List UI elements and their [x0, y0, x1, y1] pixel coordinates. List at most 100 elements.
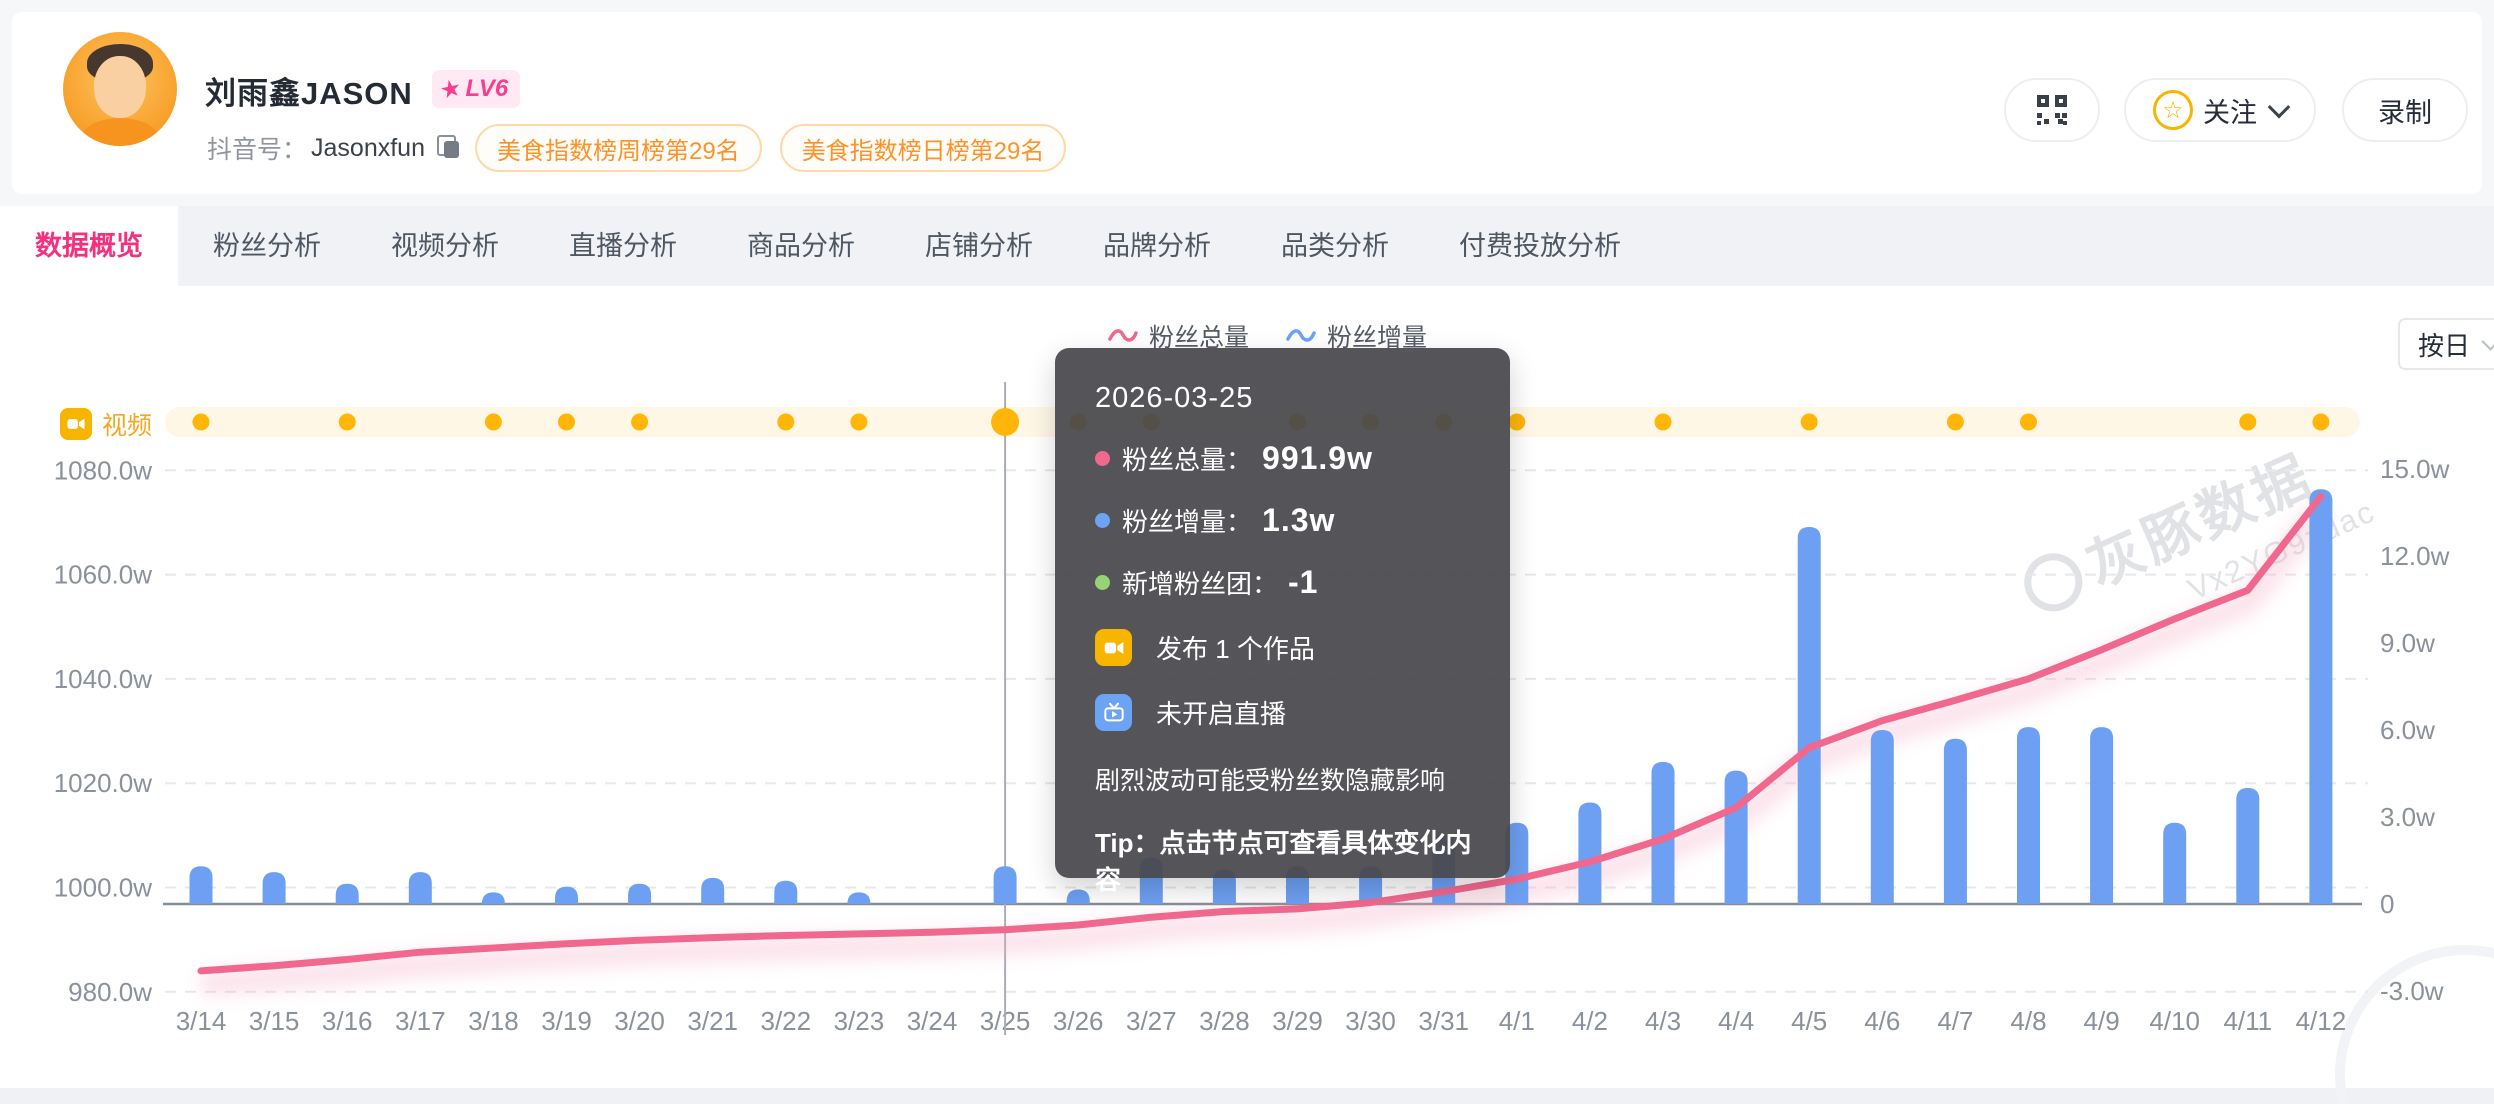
video-dot[interactable] [2312, 414, 2329, 431]
pink-wave-icon [1107, 326, 1139, 346]
right-axis-label: -3.0w [2380, 976, 2444, 1006]
tooltip-date: 2026-03-25 [1095, 382, 1490, 415]
video-row-header: 视频 [60, 406, 152, 442]
x-axis-label: 3/27 [1126, 1006, 1177, 1036]
fans-delta-bar[interactable] [994, 866, 1017, 904]
x-axis-label: 3/17 [395, 1006, 446, 1036]
video-dot[interactable] [850, 414, 867, 431]
x-axis-label: 3/24 [907, 1006, 958, 1036]
fans-delta-bar[interactable] [1578, 803, 1601, 905]
video-dot[interactable] [1508, 414, 1525, 431]
video-camera-icon [60, 408, 92, 440]
tooltip-live-note: 未开启直播 [1156, 694, 1286, 731]
right-axis-label: 0 [2380, 889, 2394, 919]
video-dot[interactable] [339, 414, 356, 431]
x-axis-label: 4/8 [2010, 1006, 2046, 1036]
right-axis-label: 12.0w [2380, 541, 2450, 571]
period-selector-value: 按日 [2418, 326, 2470, 363]
tooltip-label: 粉丝总量： [1122, 440, 1252, 477]
video-dot[interactable] [2020, 414, 2037, 431]
fans-delta-bar[interactable] [409, 872, 432, 904]
tooltip-value: 991.9w [1262, 440, 1373, 477]
pink-dot-icon [1095, 451, 1110, 466]
video-dot[interactable] [631, 414, 648, 431]
video-dot[interactable] [777, 414, 794, 431]
right-axis-label: 15.0w [2380, 454, 2450, 484]
tooltip-row-fanclub-delta: 新增粉丝团： -1 [1095, 564, 1490, 601]
video-row-label: 视频 [102, 406, 152, 442]
fans-delta-bar[interactable] [1798, 527, 1821, 904]
fans-delta-bar[interactable] [190, 866, 213, 904]
live-tv-icon [1095, 694, 1132, 731]
blue-wave-icon [1285, 326, 1317, 346]
fans-delta-bar[interactable] [701, 878, 724, 904]
x-axis-label: 4/4 [1718, 1006, 1754, 1036]
chart-tooltip: 2026-03-25 粉丝总量： 991.9w 粉丝增量： 1.3w 新增粉丝团… [1055, 348, 1510, 878]
fans-delta-bar[interactable] [2017, 727, 2040, 904]
left-axis-label: 1000.0w [54, 873, 153, 903]
blue-dot-icon [1095, 513, 1110, 528]
x-axis-label: 3/16 [322, 1006, 373, 1036]
fans-delta-bar[interactable] [1067, 890, 1090, 905]
left-axis-label: 1040.0w [54, 664, 153, 694]
x-axis-label: 4/5 [1791, 1006, 1827, 1036]
video-dot[interactable] [485, 414, 502, 431]
video-dot[interactable] [558, 414, 575, 431]
fans-delta-bar[interactable] [1725, 771, 1748, 904]
video-dot[interactable] [1801, 414, 1818, 431]
tooltip-tip: Tip：点击节点可查看具体变化内容 [1095, 823, 1490, 897]
x-axis-label: 3/14 [176, 1006, 227, 1036]
left-axis-label: 980.0w [68, 977, 152, 1007]
tooltip-tip-label: Tip： [1095, 828, 1160, 858]
x-axis-label: 3/29 [1272, 1006, 1323, 1036]
fans-delta-bar[interactable] [336, 884, 359, 904]
tooltip-live-row: 未开启直播 [1095, 694, 1490, 731]
tooltip-value: 1.3w [1262, 502, 1335, 539]
left-axis-label: 1060.0w [54, 560, 153, 590]
watermark-circle [2340, 950, 2494, 1104]
x-axis-label: 3/31 [1418, 1006, 1469, 1036]
x-axis-label: 4/9 [2084, 1006, 2120, 1036]
x-axis-label: 3/26 [1053, 1006, 1104, 1036]
tooltip-label: 粉丝增量： [1122, 502, 1252, 539]
left-axis-label: 1020.0w [54, 768, 153, 798]
x-axis-label: 3/20 [614, 1006, 665, 1036]
fans-delta-bar[interactable] [482, 892, 505, 904]
fans-delta-bar[interactable] [263, 872, 286, 904]
green-dot-icon [1095, 575, 1110, 590]
fans-delta-bar[interactable] [1944, 739, 1967, 904]
video-dot[interactable] [1947, 414, 1964, 431]
fans-delta-bar[interactable] [847, 892, 870, 904]
tooltip-value: -1 [1288, 564, 1318, 601]
x-axis-label: 3/30 [1345, 1006, 1396, 1036]
fans-delta-bar[interactable] [774, 881, 797, 904]
right-axis-label: 3.0w [2380, 802, 2435, 832]
period-selector[interactable]: 按日 [2398, 318, 2494, 370]
x-axis-label: 4/7 [1937, 1006, 1973, 1036]
x-axis-label: 4/12 [2296, 1006, 2347, 1036]
x-axis-label: 3/21 [687, 1006, 738, 1036]
tooltip-row-fans-delta: 粉丝增量： 1.3w [1095, 502, 1490, 539]
fans-delta-bar[interactable] [2309, 489, 2332, 904]
left-axis-label: 1080.0w [54, 455, 153, 485]
x-axis-label: 3/19 [541, 1006, 592, 1036]
fans-delta-bar[interactable] [628, 884, 651, 904]
video-dot[interactable] [193, 414, 210, 431]
x-axis-label: 3/18 [468, 1006, 519, 1036]
video-dot[interactable] [1655, 414, 1672, 431]
x-axis-label: 3/15 [249, 1006, 300, 1036]
video-dot[interactable] [2239, 414, 2256, 431]
fans-delta-bar[interactable] [2090, 727, 2113, 904]
fans-delta-bar[interactable] [555, 887, 578, 904]
fans-delta-bar[interactable] [1871, 730, 1894, 904]
fans-delta-bar[interactable] [2236, 788, 2259, 904]
tooltip-video-note: 发布 1 个作品 [1156, 629, 1315, 666]
tooltip-video-row: 发布 1 个作品 [1095, 629, 1490, 666]
x-axis-label: 4/11 [2223, 1006, 2272, 1036]
x-axis-label: 3/23 [834, 1006, 885, 1036]
tooltip-row-fans-total: 粉丝总量： 991.9w [1095, 440, 1490, 477]
x-axis-label: 4/3 [1645, 1006, 1681, 1036]
video-dot-highlighted[interactable] [991, 408, 1019, 436]
fans-delta-bar[interactable] [2163, 823, 2186, 904]
video-camera-icon [1095, 629, 1132, 666]
